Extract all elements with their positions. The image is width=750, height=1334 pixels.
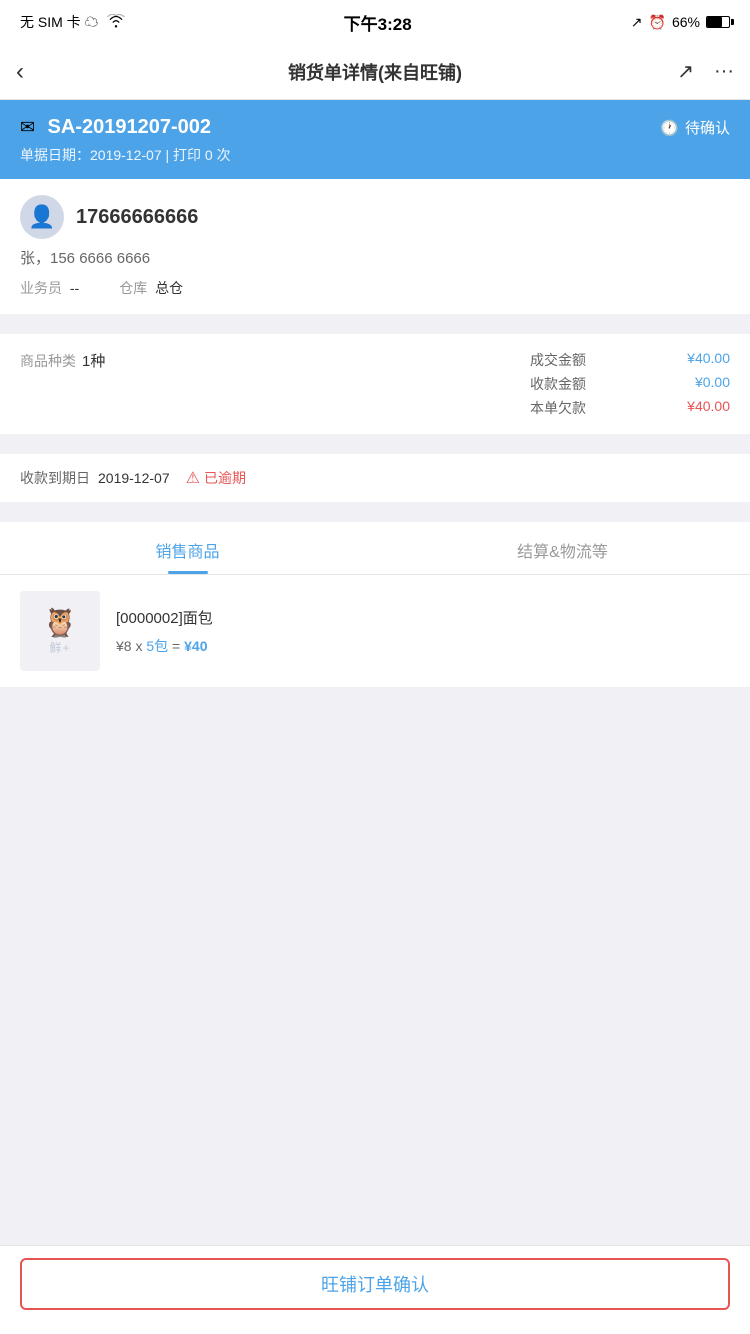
table-row: 🦉 鲜+ [0000002]面包 ¥8 x 5包 = ¥40 — [0, 575, 750, 688]
battery-text: 66% — [672, 14, 700, 30]
salesperson-meta: 业务员 -- — [20, 278, 79, 298]
empty-area — [0, 698, 750, 918]
owed-value: ¥40.00 — [687, 398, 730, 418]
goods-type-label: 商品种类 — [20, 351, 76, 371]
order-id: SA-20191207-002 — [48, 116, 211, 138]
warehouse-label: 仓库 — [119, 280, 147, 296]
battery-icon — [706, 16, 730, 28]
overdue-badge: ⚠ 已逾期 — [186, 468, 246, 488]
customer-name: 张，156 6666 6666 — [20, 247, 730, 268]
brand-plus-text: 鲜+ — [49, 639, 70, 656]
order-icon: ✉ — [20, 117, 35, 137]
stats-card: 商品种类 1种 成交金额 ¥40.00 收款金额 ¥0.00 本单欠款 ¥40.… — [0, 334, 750, 434]
overdue-text: 已逾期 — [204, 468, 246, 488]
avatar-icon: 👤 — [28, 204, 55, 230]
product-price-text: ¥8 x — [116, 638, 146, 654]
salesperson-label: 业务员 — [20, 280, 62, 296]
page-title: 销货单详情(来自旺铺) — [288, 59, 462, 85]
product-price: ¥8 x 5包 = ¥40 — [116, 636, 730, 656]
divider-1 — [0, 324, 750, 334]
deal-amount-label: 成交金额 — [530, 350, 586, 370]
product-total: ¥40 — [184, 638, 207, 654]
order-header-top: ✉ SA-20191207-002 🕐 待确认 — [20, 116, 730, 139]
order-status: 🕐 待确认 — [660, 117, 730, 138]
product-name: [0000002]面包 — [116, 607, 730, 628]
deal-amount-row: 成交金额 ¥40.00 — [530, 350, 730, 370]
goods-type-container: 商品种类 1种 — [20, 350, 220, 371]
status-bar-right: ↗ ⏰ 66% — [631, 14, 730, 31]
warehouse-value: 总仓 — [155, 280, 183, 296]
customer-meta: 业务员 -- 仓库 总仓 — [20, 278, 730, 298]
warehouse-meta: 仓库 总仓 — [119, 278, 183, 298]
owed-row: 本单欠款 ¥40.00 — [530, 398, 730, 418]
product-thumb-inner: 🦉 鲜+ — [43, 606, 78, 656]
status-bar: 无 SIM 卡 ☁ 下午3:28 ↗ ⏰ 66% — [0, 0, 750, 44]
order-date: 单据日期：2019-12-07 | 打印 0 次 — [20, 145, 730, 165]
divider-2 — [0, 444, 750, 454]
product-equals: = — [168, 638, 184, 654]
order-header: ✉ SA-20191207-002 🕐 待确认 单据日期：2019-12-07 … — [0, 100, 750, 179]
more-icon[interactable]: ··· — [714, 60, 734, 83]
status-bar-time: 下午3:28 — [344, 10, 412, 35]
nav-bar: ‹ 销货单详情(来自旺铺) ↗ ··· — [0, 44, 750, 100]
bottom-bar: 旺铺订单确认 — [0, 1245, 750, 1334]
product-list: 🦉 鲜+ [0000002]面包 ¥8 x 5包 = ¥40 — [0, 575, 750, 688]
customer-top: 👤 17666666666 — [20, 195, 730, 239]
product-info: [0000002]面包 ¥8 x 5包 = ¥40 — [116, 607, 730, 656]
back-button[interactable]: ‹ — [16, 58, 56, 86]
tab-settlement-label: 结算&物流等 — [517, 544, 608, 561]
overdue-warning-icon: ⚠ — [186, 468, 200, 488]
tab-settlement[interactable]: 结算&物流等 — [375, 522, 750, 574]
status-clock-icon: 🕐 — [660, 119, 679, 137]
customer-phone: 17666666666 — [76, 206, 198, 229]
overdue-date: 2019-12-07 — [98, 470, 170, 486]
share-icon[interactable]: ↗ — [677, 59, 694, 84]
owed-label: 本单欠款 — [530, 398, 586, 418]
status-bar-left: 无 SIM 卡 ☁ — [20, 12, 125, 32]
nav-actions: ↗ ··· — [677, 59, 734, 84]
avatar: 👤 — [20, 195, 64, 239]
received-row: 收款金额 ¥0.00 — [530, 374, 730, 394]
order-id-container: ✉ SA-20191207-002 — [20, 116, 211, 139]
overdue-label: 收款到期日 — [20, 468, 90, 488]
overdue-card: 收款到期日 2019-12-07 ⚠ 已逾期 — [0, 454, 750, 502]
divider-3 — [0, 512, 750, 522]
location-icon: ↗ — [631, 14, 643, 31]
alarm-icon: ⏰ — [649, 14, 666, 31]
tab-sales-goods[interactable]: 销售商品 — [0, 522, 375, 574]
tabs-container: 销售商品 结算&物流等 — [0, 522, 750, 575]
received-value: ¥0.00 — [695, 374, 730, 394]
confirm-order-button[interactable]: 旺铺订单确认 — [20, 1258, 730, 1310]
salesperson-value: -- — [70, 280, 79, 296]
customer-card: 👤 17666666666 张，156 6666 6666 业务员 -- 仓库 … — [0, 179, 750, 314]
product-thumbnail: 🦉 鲜+ — [20, 591, 100, 671]
wifi-icon — [107, 14, 125, 31]
no-sim-text: 无 SIM 卡 ☁ — [20, 12, 99, 32]
product-qty: 5包 — [146, 638, 168, 654]
tab-sales-goods-label: 销售商品 — [155, 544, 219, 561]
received-label: 收款金额 — [530, 374, 586, 394]
brand-owl-icon: 🦉 — [43, 606, 78, 639]
status-text: 待确认 — [685, 117, 730, 138]
deal-amount-value: ¥40.00 — [687, 350, 730, 370]
amount-stats: 成交金额 ¥40.00 收款金额 ¥0.00 本单欠款 ¥40.00 — [530, 350, 730, 418]
goods-type-value: 1种 — [82, 350, 105, 371]
